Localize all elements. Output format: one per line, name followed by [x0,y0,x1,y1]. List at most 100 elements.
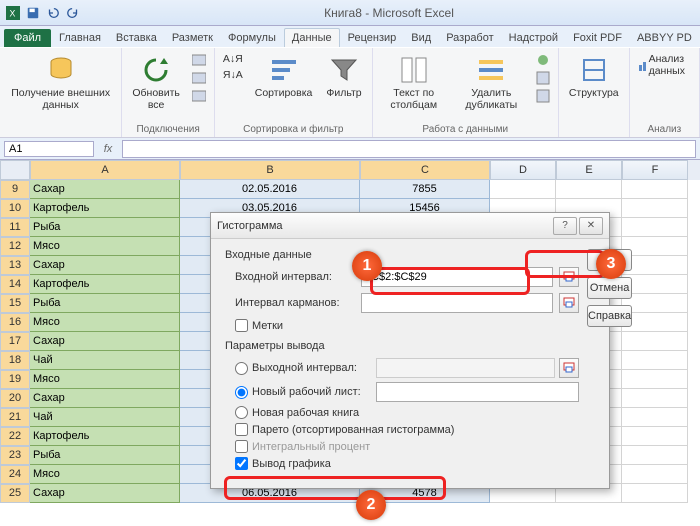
tab-review[interactable]: Рецензир [341,29,404,47]
labels-checkbox[interactable] [235,319,248,332]
dialog-titlebar[interactable]: Гистограмма ? ✕ [211,213,609,239]
cell[interactable] [556,180,622,199]
dialog-close-button[interactable]: ✕ [579,217,603,235]
cell[interactable]: 7855 [360,180,490,199]
row-header[interactable]: 18 [0,351,30,370]
properties-btn[interactable] [190,70,208,86]
col-header-D[interactable]: D [490,160,556,180]
get-external-data-button[interactable]: Получение внешних данных [6,52,115,113]
row-header[interactable]: 10 [0,199,30,218]
row-header[interactable]: 14 [0,275,30,294]
name-box[interactable] [4,141,94,157]
file-tab[interactable]: Файл [4,29,51,47]
col-header-A[interactable]: A [30,160,180,180]
bin-range-ref-button[interactable] [559,293,579,313]
sort-asc-button[interactable]: А↓Я [221,52,245,66]
tab-formulas[interactable]: Формулы [221,29,283,47]
cell[interactable]: Мясо [30,237,180,256]
new-workbook-radio[interactable] [235,406,248,419]
col-header-F[interactable]: F [622,160,688,180]
help-button[interactable]: Справка [587,305,632,327]
cell[interactable]: Сахар [30,484,180,503]
col-header-C[interactable]: C [360,160,490,180]
tab-addins[interactable]: Надстрой [502,29,565,47]
row-header[interactable]: 12 [0,237,30,256]
fx-icon[interactable]: fx [98,143,118,155]
cell[interactable] [622,199,688,218]
tab-view[interactable]: Вид [404,29,438,47]
row-header[interactable]: 25 [0,484,30,503]
cell[interactable] [622,484,688,503]
edit-links-btn[interactable] [190,88,208,104]
row-header[interactable]: 15 [0,294,30,313]
cell[interactable]: Рыба [30,294,180,313]
cell[interactable]: Чай [30,408,180,427]
sort-desc-button[interactable]: Я↓А [221,68,245,82]
formula-input[interactable] [122,140,696,158]
cell[interactable]: Сахар [30,180,180,199]
input-range-field[interactable] [361,267,553,287]
refresh-all-button[interactable]: Обновить все [128,52,184,113]
cell[interactable]: Картофель [30,275,180,294]
row-header[interactable]: 16 [0,313,30,332]
input-range-ref-button[interactable] [559,267,579,287]
new-worksheet-radio[interactable] [235,386,248,399]
cumulative-checkbox[interactable] [235,440,248,453]
outline-button[interactable]: Структура [565,52,623,102]
cell[interactable]: Картофель [30,199,180,218]
output-range-radio[interactable] [235,362,248,375]
data-analysis-button[interactable]: Анализ данных [636,52,693,78]
connections-btn[interactable] [190,52,208,68]
redo-icon[interactable] [64,4,82,22]
tab-home[interactable]: Главная [52,29,108,47]
cell[interactable] [622,180,688,199]
tab-data[interactable]: Данные [284,28,340,47]
row-header[interactable]: 11 [0,218,30,237]
sort-button[interactable]: Сортировка [251,52,317,102]
cell[interactable] [622,218,688,237]
cancel-button[interactable]: Отмена [587,277,632,299]
cell[interactable]: Сахар [30,256,180,275]
cell[interactable]: Мясо [30,370,180,389]
excel-icon[interactable]: X [4,4,22,22]
tab-foxit[interactable]: Foxit PDF [566,29,629,47]
row-header[interactable]: 21 [0,408,30,427]
filter-button[interactable]: Фильтр [322,52,365,102]
tab-developer[interactable]: Разработ [439,29,500,47]
output-range-ref-button[interactable] [559,358,579,378]
row-header[interactable]: 23 [0,446,30,465]
cell[interactable]: Рыба [30,446,180,465]
row-header[interactable]: 22 [0,427,30,446]
row-header[interactable]: 17 [0,332,30,351]
whatif-btn[interactable] [534,88,552,104]
pareto-checkbox[interactable] [235,423,248,436]
remove-duplicates-button[interactable]: Удалить дубликаты [455,52,528,113]
row-header[interactable]: 13 [0,256,30,275]
consolidate-btn[interactable] [534,70,552,86]
cell[interactable]: Мясо [30,465,180,484]
undo-icon[interactable] [44,4,62,22]
cell[interactable]: 02.05.2016 [180,180,360,199]
cell[interactable]: Рыба [30,218,180,237]
row-header[interactable]: 20 [0,389,30,408]
select-all-corner[interactable] [0,160,30,180]
tab-layout[interactable]: Разметк [165,29,220,47]
tab-abbyy[interactable]: ABBYY PD [630,29,699,47]
data-validation-btn[interactable] [534,52,552,68]
new-worksheet-field[interactable] [376,382,579,402]
text-to-columns-button[interactable]: Текст по столбцам [379,52,449,113]
col-header-B[interactable]: B [180,160,360,180]
bin-range-field[interactable] [361,293,553,313]
cell[interactable]: Картофель [30,427,180,446]
cell[interactable]: Чай [30,351,180,370]
cell[interactable]: Сахар [30,332,180,351]
tab-insert[interactable]: Вставка [109,29,164,47]
row-header[interactable]: 9 [0,180,30,199]
row-header[interactable]: 19 [0,370,30,389]
col-header-E[interactable]: E [556,160,622,180]
cell[interactable]: Сахар [30,389,180,408]
dialog-help-button[interactable]: ? [553,217,577,235]
cell[interactable] [490,180,556,199]
row-header[interactable]: 24 [0,465,30,484]
save-icon[interactable] [24,4,42,22]
